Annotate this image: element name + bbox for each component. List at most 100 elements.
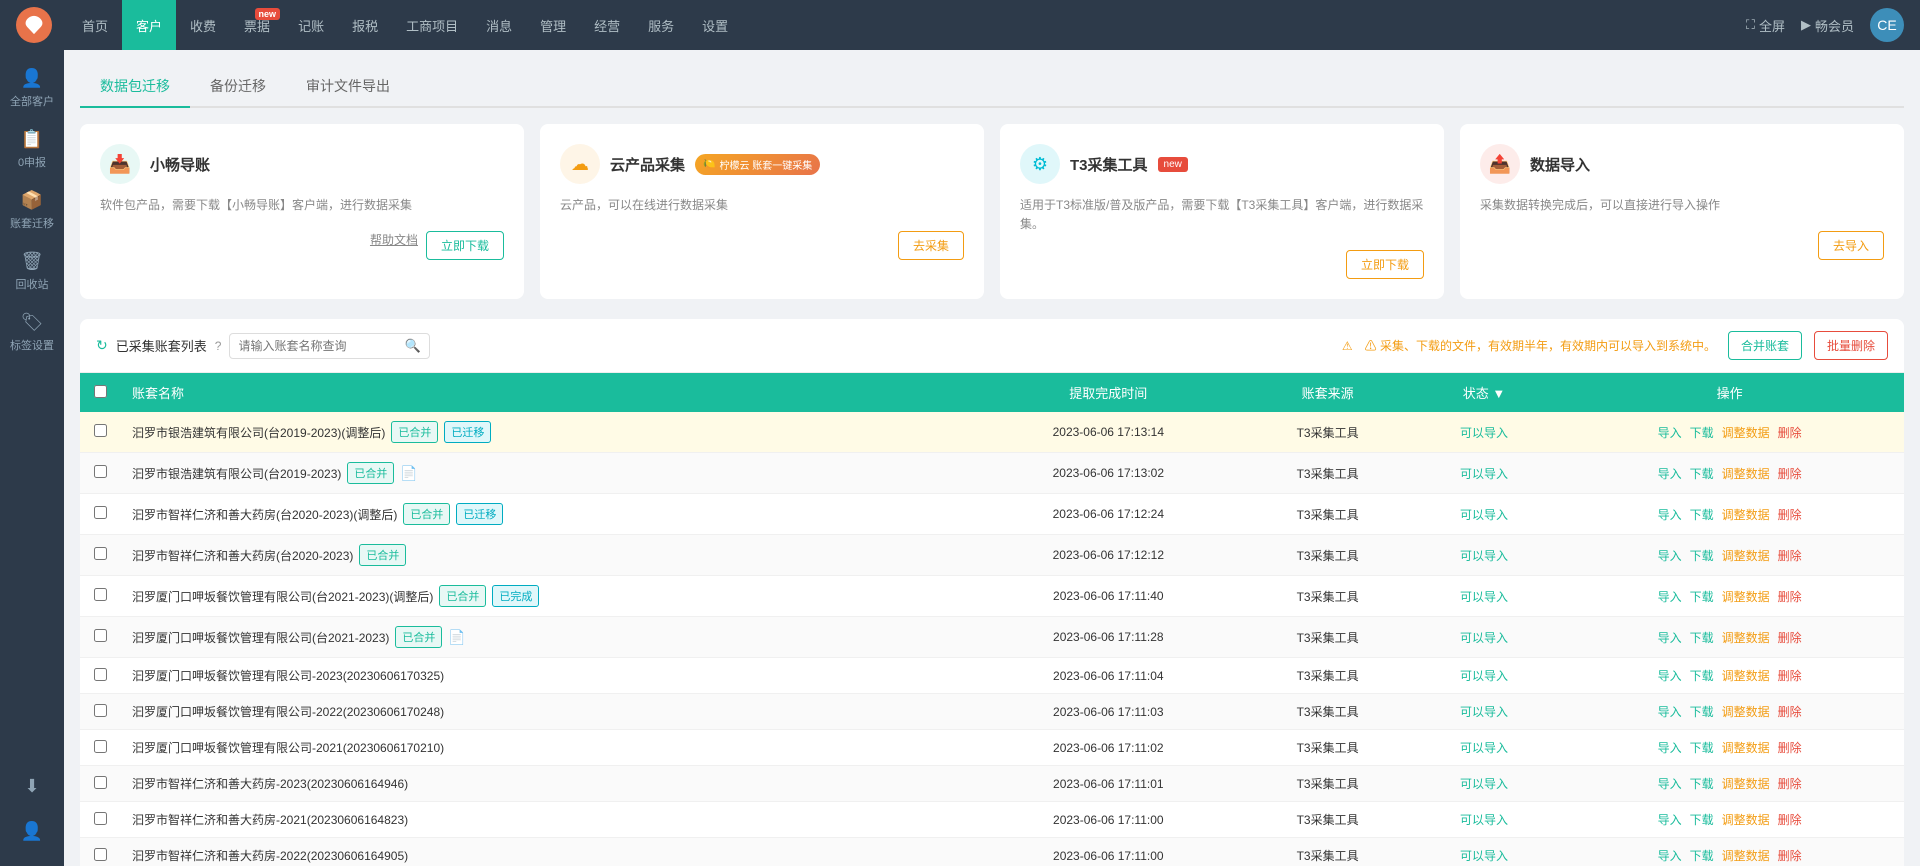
action-adjust[interactable]: 调整数据 <box>1722 508 1770 522</box>
row-checkbox[interactable] <box>94 776 107 789</box>
action-import[interactable]: 导入 <box>1658 467 1682 481</box>
nav-fee[interactable]: 收费 <box>176 0 230 50</box>
row-checkbox[interactable] <box>94 740 107 753</box>
action-adjust[interactable]: 调整数据 <box>1722 590 1770 604</box>
search-input[interactable] <box>238 339 398 353</box>
tab-audit-export[interactable]: 审计文件导出 <box>286 66 410 106</box>
refresh-icon[interactable]: ↻ <box>96 337 108 354</box>
help-icon[interactable]: ? <box>215 339 222 353</box>
vip-btn[interactable]: ▶ 畅会员 <box>1801 16 1854 35</box>
action-adjust[interactable]: 调整数据 <box>1722 631 1770 645</box>
nav-service[interactable]: 服务 <box>634 0 688 50</box>
row-checkbox[interactable] <box>94 465 107 478</box>
action-download[interactable]: 下载 <box>1690 549 1714 563</box>
action-delete[interactable]: 删除 <box>1778 813 1802 827</box>
sidebar-item-zero-report[interactable]: 📋 0申报 <box>0 119 64 180</box>
action-download[interactable]: 下载 <box>1690 467 1714 481</box>
action-delete[interactable]: 删除 <box>1778 705 1802 719</box>
action-delete[interactable]: 删除 <box>1778 669 1802 683</box>
merge-btn[interactable]: 合并账套 <box>1728 331 1802 360</box>
avatar[interactable]: CE <box>1870 8 1904 42</box>
row-checkbox[interactable] <box>94 629 107 642</box>
action-adjust[interactable]: 调整数据 <box>1722 777 1770 791</box>
logo[interactable] <box>16 7 52 43</box>
action-download[interactable]: 下载 <box>1690 741 1714 755</box>
action-delete[interactable]: 删除 <box>1778 777 1802 791</box>
t3-download-btn[interactable]: 立即下载 <box>1346 250 1424 279</box>
action-delete[interactable]: 删除 <box>1778 508 1802 522</box>
user-settings-icon[interactable]: 👤 <box>13 813 51 850</box>
nav-home[interactable]: 首页 <box>68 0 122 50</box>
action-import[interactable]: 导入 <box>1658 705 1682 719</box>
action-adjust[interactable]: 调整数据 <box>1722 669 1770 683</box>
action-download[interactable]: 下载 <box>1690 426 1714 440</box>
action-import[interactable]: 导入 <box>1658 777 1682 791</box>
row-checkbox[interactable] <box>94 547 107 560</box>
action-import[interactable]: 导入 <box>1658 813 1682 827</box>
xiaochang-help-btn[interactable]: 帮助文档 <box>370 231 418 260</box>
nav-business[interactable]: 工商项目 <box>392 0 472 50</box>
action-download[interactable]: 下载 <box>1690 669 1714 683</box>
action-import[interactable]: 导入 <box>1658 508 1682 522</box>
action-adjust[interactable]: 调整数据 <box>1722 467 1770 481</box>
search-icon[interactable]: 🔍 <box>404 338 420 354</box>
action-import[interactable]: 导入 <box>1658 741 1682 755</box>
action-download[interactable]: 下载 <box>1690 508 1714 522</box>
action-import[interactable]: 导入 <box>1658 849 1682 863</box>
nav-tax[interactable]: 报税 <box>338 0 392 50</box>
nav-invoice[interactable]: 票据new <box>230 0 284 50</box>
action-delete[interactable]: 删除 <box>1778 549 1802 563</box>
action-adjust[interactable]: 调整数据 <box>1722 549 1770 563</box>
sidebar-item-account-migration[interactable]: 📦 账套迁移 <box>0 180 64 241</box>
action-adjust[interactable]: 调整数据 <box>1722 426 1770 440</box>
action-download[interactable]: 下载 <box>1690 631 1714 645</box>
sidebar-item-recycle[interactable]: 🗑 回收站 <box>0 241 64 302</box>
row-checkbox[interactable] <box>94 588 107 601</box>
action-delete[interactable]: 删除 <box>1778 741 1802 755</box>
action-delete[interactable]: 删除 <box>1778 467 1802 481</box>
action-delete[interactable]: 删除 <box>1778 631 1802 645</box>
action-import[interactable]: 导入 <box>1658 426 1682 440</box>
row-checkbox[interactable] <box>94 704 107 717</box>
nav-manage[interactable]: 管理 <box>526 0 580 50</box>
action-download[interactable]: 下载 <box>1690 590 1714 604</box>
cloud-collect-btn[interactable]: 去采集 <box>898 231 964 260</box>
action-import[interactable]: 导入 <box>1658 549 1682 563</box>
action-delete[interactable]: 删除 <box>1778 426 1802 440</box>
nav-operation[interactable]: 经营 <box>580 0 634 50</box>
nav-settings[interactable]: 设置 <box>688 0 742 50</box>
action-delete[interactable]: 删除 <box>1778 590 1802 604</box>
action-import[interactable]: 导入 <box>1658 631 1682 645</box>
cell-status: 可以导入 <box>1413 766 1556 802</box>
tab-backup-migration[interactable]: 备份迁移 <box>190 66 286 106</box>
nav-message[interactable]: 消息 <box>472 0 526 50</box>
action-delete[interactable]: 删除 <box>1778 849 1802 863</box>
tab-data-migration[interactable]: 数据包迁移 <box>80 66 190 108</box>
action-download[interactable]: 下载 <box>1690 849 1714 863</box>
row-checkbox[interactable] <box>94 424 107 437</box>
nav-customer[interactable]: 客户 <box>122 0 176 50</box>
nav-bookkeeping[interactable]: 记账 <box>284 0 338 50</box>
select-all-checkbox[interactable] <box>94 385 107 398</box>
fullscreen-btn[interactable]: ⛶ 全屏 <box>1746 16 1785 35</box>
batch-delete-btn[interactable]: 批量删除 <box>1814 331 1888 360</box>
import-go-btn[interactable]: 去导入 <box>1818 231 1884 260</box>
action-import[interactable]: 导入 <box>1658 590 1682 604</box>
action-import[interactable]: 导入 <box>1658 669 1682 683</box>
sidebar-item-all-customers[interactable]: 👤 全部客户 <box>0 58 64 119</box>
action-adjust[interactable]: 调整数据 <box>1722 741 1770 755</box>
download-icon[interactable]: ⬇ <box>16 768 47 805</box>
action-download[interactable]: 下载 <box>1690 813 1714 827</box>
action-adjust[interactable]: 调整数据 <box>1722 705 1770 719</box>
col-status[interactable]: 状态 ▼ <box>1413 373 1556 412</box>
action-adjust[interactable]: 调整数据 <box>1722 813 1770 827</box>
action-download[interactable]: 下载 <box>1690 777 1714 791</box>
action-adjust[interactable]: 调整数据 <box>1722 849 1770 863</box>
row-checkbox[interactable] <box>94 812 107 825</box>
action-download[interactable]: 下载 <box>1690 705 1714 719</box>
row-checkbox[interactable] <box>94 668 107 681</box>
row-checkbox[interactable] <box>94 848 107 861</box>
xiaochang-download-btn[interactable]: 立即下载 <box>426 231 504 260</box>
row-checkbox[interactable] <box>94 506 107 519</box>
sidebar-item-tags[interactable]: 🏷 标签设置 <box>0 302 64 363</box>
